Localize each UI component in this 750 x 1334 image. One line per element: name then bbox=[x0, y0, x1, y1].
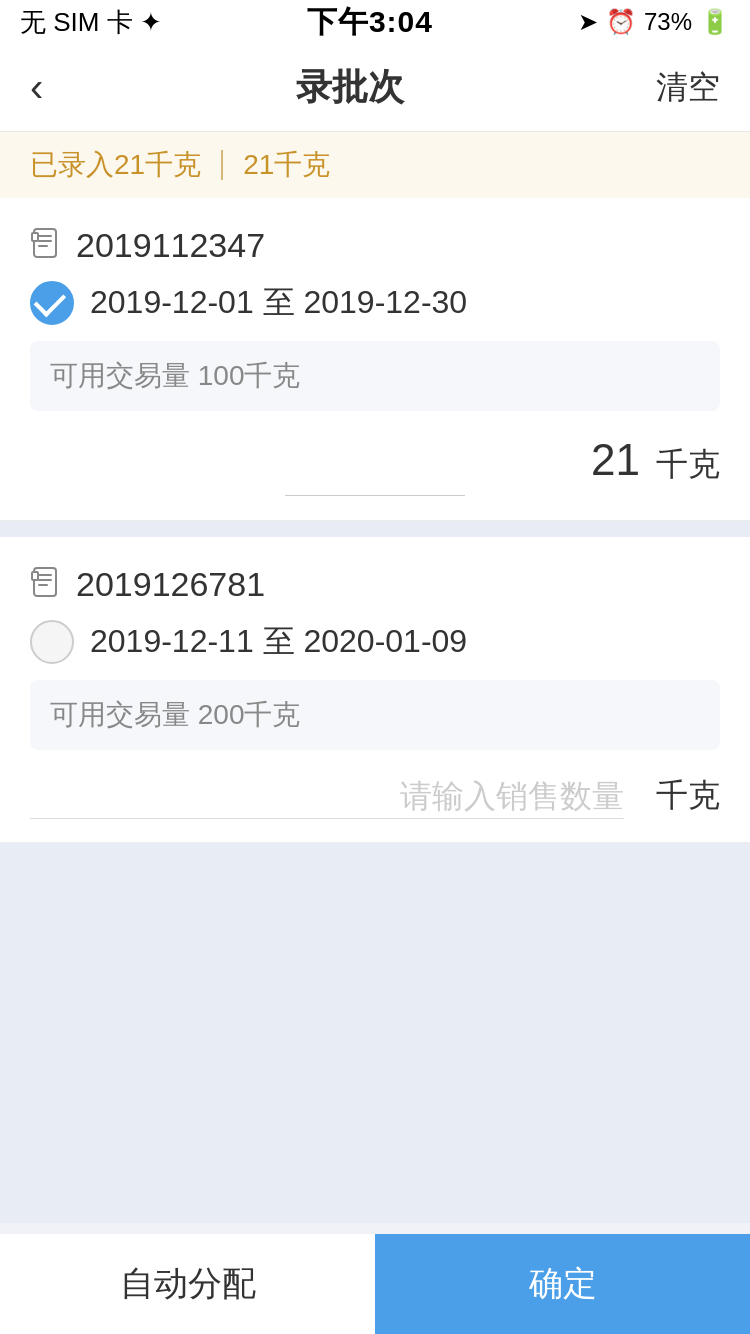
status-left: 无 SIM 卡 ✦ bbox=[20, 5, 162, 40]
batch1-date: 2019-12-01 至 2019-12-30 bbox=[90, 281, 467, 325]
batch2-row[interactable]: 2019-12-11 至 2020-01-09 bbox=[30, 620, 720, 664]
confirm-button[interactable]: 确定 bbox=[375, 1234, 750, 1334]
bottom-bar: 自动分配 确定 bbox=[0, 1234, 750, 1334]
batch1-quantity-row: 21 千克 bbox=[0, 411, 750, 521]
batch-item-1: 2019112347 2019-12-01 至 2019-12-30 可用交易量… bbox=[0, 198, 750, 411]
batch1-id: 2019112347 bbox=[76, 226, 265, 265]
svg-rect-3 bbox=[38, 245, 48, 247]
page-title: 录批次 bbox=[296, 63, 404, 112]
batch1-unit: 千克 bbox=[656, 443, 720, 487]
svg-rect-6 bbox=[38, 574, 52, 576]
batch1-quantity-value: 21 bbox=[560, 435, 640, 485]
status-banner: 已录入21千克 21千克 bbox=[0, 132, 750, 198]
svg-rect-1 bbox=[38, 235, 52, 237]
status-bar: 无 SIM 卡 ✦ 下午3:04 ➤ ⏰ 73% 🔋 bbox=[0, 0, 750, 44]
banner-divider bbox=[221, 150, 223, 180]
svg-rect-7 bbox=[38, 579, 52, 581]
alarm-icon: ⏰ bbox=[606, 8, 636, 36]
gray-area bbox=[0, 843, 750, 1223]
nav-bar: ‹ 录批次 清空 bbox=[0, 44, 750, 132]
svg-rect-8 bbox=[38, 584, 48, 586]
batch2-availability: 可用交易量 200千克 bbox=[30, 680, 720, 750]
section-separator bbox=[0, 521, 750, 537]
batch1-availability: 可用交易量 100千克 bbox=[30, 341, 720, 411]
batch1-row[interactable]: 2019-12-01 至 2019-12-30 bbox=[30, 281, 720, 325]
batch2-unit: 千克 bbox=[656, 774, 720, 818]
batch1-header: 2019112347 bbox=[30, 226, 720, 265]
batch1-radio[interactable] bbox=[30, 281, 74, 325]
batch2-radio[interactable] bbox=[30, 620, 74, 664]
status-time: 下午3:04 bbox=[307, 2, 433, 43]
status-right: ➤ ⏰ 73% 🔋 bbox=[578, 8, 730, 36]
auto-distribute-button[interactable]: 自动分配 bbox=[0, 1234, 375, 1334]
doc-icon-2 bbox=[30, 566, 64, 604]
doc-icon-1 bbox=[30, 227, 64, 265]
recorded-label: 已录入21千克 bbox=[30, 146, 201, 184]
back-button[interactable]: ‹ bbox=[30, 65, 43, 110]
batch2-quantity-input-row[interactable]: 千克 bbox=[0, 750, 750, 843]
batch2-id: 2019126781 bbox=[76, 565, 265, 604]
svg-rect-2 bbox=[38, 240, 52, 242]
signal-text: 无 SIM 卡 ✦ bbox=[20, 5, 162, 40]
svg-rect-4 bbox=[32, 233, 38, 241]
batch-item-2: 2019126781 2019-12-11 至 2020-01-09 可用交易量… bbox=[0, 537, 750, 750]
amount-label: 21千克 bbox=[243, 146, 330, 184]
location-icon: ➤ bbox=[578, 8, 598, 36]
battery-text: 73% bbox=[644, 8, 692, 36]
battery-icon: 🔋 bbox=[700, 8, 730, 36]
svg-rect-9 bbox=[32, 572, 38, 580]
batch2-date: 2019-12-11 至 2020-01-09 bbox=[90, 620, 467, 664]
clear-button[interactable]: 清空 bbox=[656, 66, 720, 110]
quantity-input[interactable] bbox=[30, 778, 624, 815]
batch2-header: 2019126781 bbox=[30, 565, 720, 604]
